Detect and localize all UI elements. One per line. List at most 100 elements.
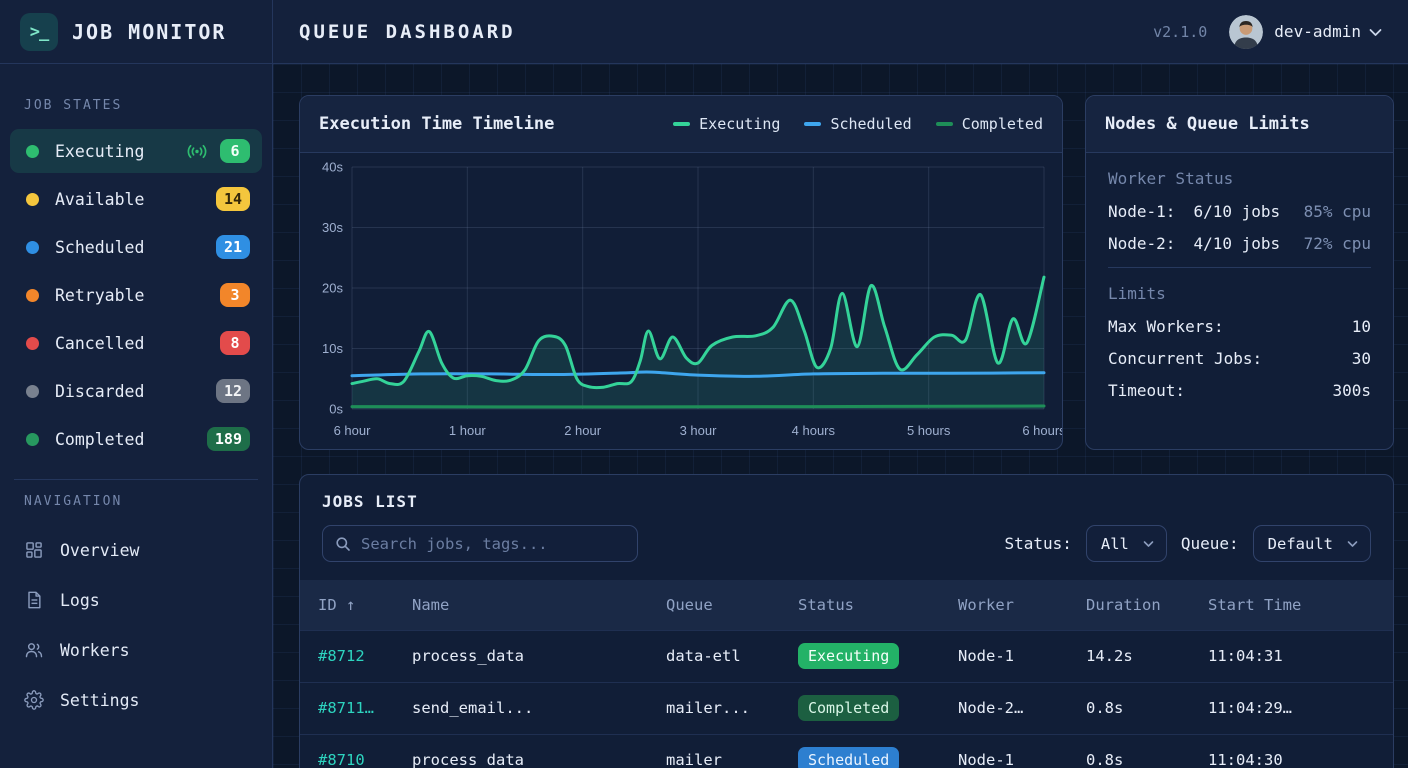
search-box[interactable] bbox=[322, 525, 638, 562]
limit-label: Concurrent Jobs: bbox=[1108, 349, 1263, 368]
avatar[interactable] bbox=[1229, 14, 1264, 49]
nav-label: Settings bbox=[60, 690, 140, 710]
column-header-id[interactable]: ID ↑ bbox=[300, 580, 412, 630]
worker-row-node1: Node-1: 6/10 jobs 85% cpu bbox=[1108, 202, 1371, 221]
sidebar-item-scheduled[interactable]: Scheduled 21 bbox=[10, 225, 262, 269]
legend-label: Scheduled bbox=[830, 115, 912, 133]
sidebar: JOB STATES Executing 6 Available 14 Sche… bbox=[0, 64, 273, 768]
state-count-badge: 21 bbox=[215, 235, 250, 259]
sidebar-item-logs[interactable]: Logs bbox=[10, 575, 262, 625]
sidebar-item-executing[interactable]: Executing 6 bbox=[10, 129, 262, 173]
job-name: process_data bbox=[412, 647, 524, 665]
worker-jobs: 4/10 jobs bbox=[1193, 234, 1281, 253]
job-duration: 0.8s bbox=[1086, 751, 1124, 768]
column-header-status[interactable]: Status bbox=[798, 580, 958, 630]
job-start-time: 11:04:31 bbox=[1208, 647, 1283, 665]
job-queue: mailer bbox=[666, 751, 722, 768]
job-id-link[interactable]: #8710 bbox=[300, 734, 412, 768]
worker-cpu: 85% cpu bbox=[1303, 202, 1371, 221]
job-id-link[interactable]: #8712 bbox=[300, 630, 412, 682]
sidebar-item-discarded[interactable]: Discarded 12 bbox=[10, 369, 262, 413]
search-input[interactable] bbox=[361, 534, 625, 553]
jobs-toolbar: Status: All Queue: Default bbox=[300, 525, 1393, 580]
status-filter-value: All bbox=[1100, 534, 1129, 553]
state-count-badge: 189 bbox=[206, 427, 250, 451]
limit-label: Max Workers: bbox=[1108, 317, 1224, 336]
job-queue: mailer... bbox=[666, 699, 750, 717]
queue-filter-label: Queue: bbox=[1180, 534, 1239, 553]
table-row[interactable]: #8711… send_email... mailer... Completed… bbox=[300, 682, 1393, 734]
sidebar-item-overview[interactable]: Overview bbox=[10, 525, 262, 575]
navigation-section-label: NAVIGATION bbox=[24, 494, 123, 509]
table-row[interactable]: #8712 process_data data-etl Executing No… bbox=[300, 630, 1393, 682]
retryable-dot-icon bbox=[26, 288, 39, 302]
svg-text:3 hour: 3 hour bbox=[680, 423, 718, 438]
status-badge: Completed bbox=[798, 695, 900, 721]
sidebar-item-cancelled[interactable]: Cancelled 8 bbox=[10, 321, 262, 365]
state-count-badge: 6 bbox=[220, 139, 250, 163]
legend-label: Completed bbox=[961, 115, 1043, 133]
sidebar-item-settings[interactable]: Settings bbox=[10, 675, 262, 725]
limit-label: Timeout: bbox=[1108, 381, 1186, 400]
status-badge: Executing bbox=[798, 643, 900, 669]
svg-text:6 hour: 6 hour bbox=[334, 423, 372, 438]
svg-text:40s: 40s bbox=[322, 160, 343, 175]
nav-label: Overview bbox=[60, 540, 140, 560]
column-header-worker[interactable]: Worker bbox=[958, 580, 1086, 630]
queue-filter-select[interactable]: Default bbox=[1252, 525, 1371, 562]
job-queue: data-etl bbox=[666, 647, 741, 665]
jobs-list-panel: JOBS LIST Status: All Queue: Default bbox=[299, 474, 1394, 768]
status-badge: Scheduled bbox=[798, 747, 900, 768]
sidebar-item-completed[interactable]: Completed 189 bbox=[10, 417, 262, 461]
sidebar-item-workers[interactable]: Workers bbox=[10, 625, 262, 675]
limit-value: 10 bbox=[1351, 317, 1371, 336]
settings-gear-icon bbox=[24, 690, 44, 710]
jobs-table: ID ↑ Name Queue Status Worker Duration S… bbox=[300, 580, 1393, 768]
table-row[interactable]: #8710 process_data mailer Scheduled Node… bbox=[300, 734, 1393, 768]
sidebar-item-available[interactable]: Available 14 bbox=[10, 177, 262, 221]
job-id-link[interactable]: #8711… bbox=[300, 682, 412, 734]
column-header-name[interactable]: Name bbox=[412, 580, 666, 630]
chart-legend: Executing Scheduled Completed bbox=[673, 115, 1043, 133]
worker-row-node2: Node-2: 4/10 jobs 72% cpu bbox=[1108, 234, 1371, 253]
executing-swatch-icon bbox=[673, 122, 691, 126]
main-content: Execution Time Timeline Executing Schedu… bbox=[273, 64, 1408, 768]
column-header-start-time[interactable]: Start Time bbox=[1208, 580, 1393, 630]
limit-value: 300s bbox=[1332, 381, 1371, 400]
state-label: Cancelled bbox=[55, 333, 145, 353]
svg-text:10s: 10s bbox=[322, 341, 343, 356]
version-badge: v2.1.0 bbox=[1153, 22, 1208, 41]
completed-dot-icon bbox=[26, 432, 39, 446]
scheduled-swatch-icon bbox=[804, 122, 822, 126]
limit-row-max-workers: Max Workers: 10 bbox=[1108, 317, 1371, 336]
sidebar-item-retryable[interactable]: Retryable 3 bbox=[10, 273, 262, 317]
job-states-section-label: JOB STATES bbox=[24, 98, 123, 113]
job-start-time: 11:04:30 bbox=[1208, 751, 1283, 768]
state-label: Completed bbox=[55, 429, 145, 449]
execution-timeline-panel: Execution Time Timeline Executing Schedu… bbox=[299, 95, 1063, 450]
chart-title: Execution Time Timeline bbox=[319, 114, 555, 134]
state-count-badge: 12 bbox=[215, 379, 250, 403]
nodes-panel-title: Nodes & Queue Limits bbox=[1105, 114, 1310, 134]
job-worker: Node-2… bbox=[958, 699, 1024, 717]
state-label: Retryable bbox=[55, 285, 145, 305]
terminal-glyph: >_ bbox=[29, 21, 50, 42]
job-duration: 0.8s bbox=[1086, 699, 1124, 717]
job-start-time: 11:04:29… bbox=[1208, 699, 1292, 717]
job-duration: 14.2s bbox=[1086, 647, 1133, 665]
svg-text:5 hours: 5 hours bbox=[907, 423, 951, 438]
legend-item-executing: Executing bbox=[673, 115, 780, 133]
sort-ascending-icon: ↑ bbox=[346, 595, 356, 614]
state-count-badge: 8 bbox=[220, 331, 250, 355]
column-header-queue[interactable]: Queue bbox=[666, 580, 798, 630]
username[interactable]: dev-admin bbox=[1274, 22, 1361, 41]
limit-row-concurrent-jobs: Concurrent Jobs: 30 bbox=[1108, 349, 1371, 368]
limit-row-timeout: Timeout: 300s bbox=[1108, 381, 1371, 400]
workers-users-icon bbox=[24, 640, 44, 660]
column-header-duration[interactable]: Duration bbox=[1086, 580, 1208, 630]
state-label: Discarded bbox=[55, 381, 145, 401]
status-filter-select[interactable]: All bbox=[1085, 525, 1167, 562]
terminal-logo-icon: >_ bbox=[20, 12, 58, 51]
user-chevron-down-icon[interactable] bbox=[1369, 22, 1382, 41]
executing-dot-icon bbox=[26, 144, 39, 158]
